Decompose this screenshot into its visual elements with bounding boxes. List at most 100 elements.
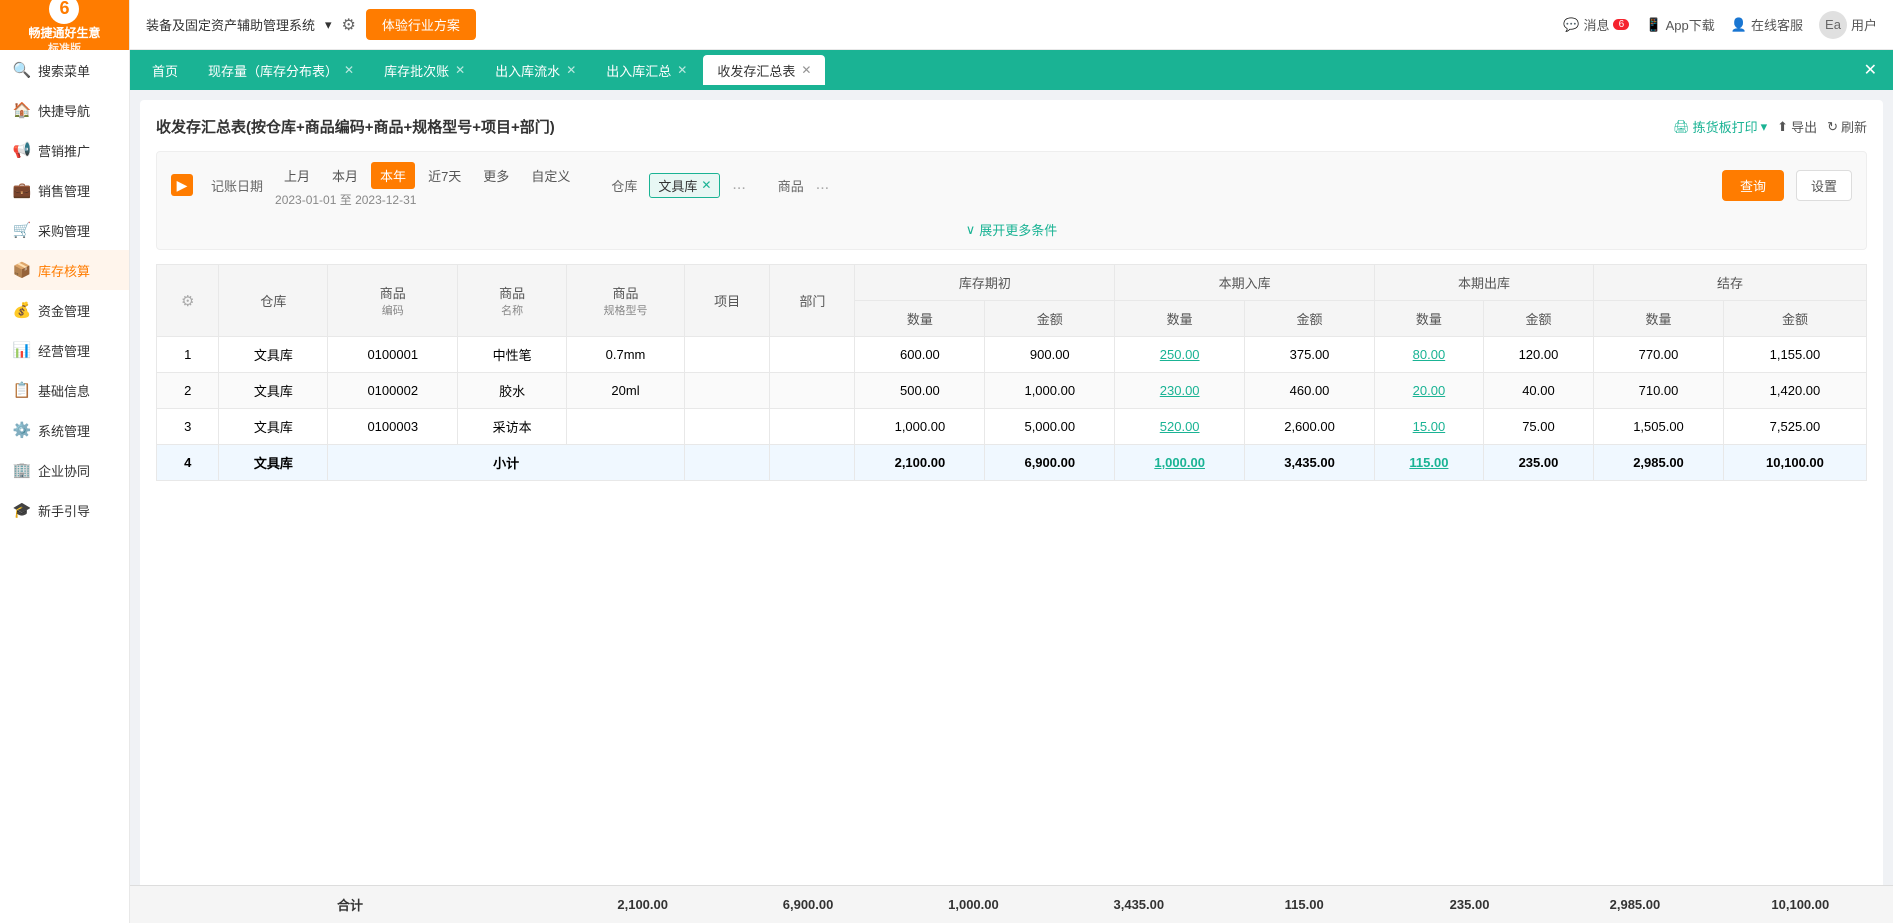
th-opening-qty: 数量 xyxy=(855,301,985,337)
row-id: 3 xyxy=(157,409,219,445)
online-service-btn[interactable]: 👤 在线客服 xyxy=(1731,15,1803,34)
tab-close-batch-icon[interactable]: ✕ xyxy=(455,63,465,77)
footer-bar: 合计 2,100.00 6,900.00 1,000.00 3,435.00 1… xyxy=(130,885,1893,923)
sidebar-item-finance[interactable]: 💰 资金管理 xyxy=(0,290,129,330)
row-out-qty[interactable]: 20.00 xyxy=(1374,373,1483,409)
th-in-amt: 金额 xyxy=(1245,301,1375,337)
row-opening-qty: 600.00 xyxy=(855,337,985,373)
tab-home[interactable]: 首页 xyxy=(138,55,192,85)
user-label: 用户 xyxy=(1851,15,1877,34)
system-title: 装备及固定资产辅助管理系统 xyxy=(146,15,315,34)
expand-label: 展开更多条件 xyxy=(979,220,1057,239)
row-out-qty[interactable]: 15.00 xyxy=(1374,409,1483,445)
row-in-amt: 460.00 xyxy=(1245,373,1375,409)
tab-close-inventory-dist-icon[interactable]: ✕ xyxy=(344,63,354,77)
sidebar-item-label-enterprise: 企业协同 xyxy=(38,461,90,480)
subtotal-dept xyxy=(770,445,855,481)
sidebar-item-system[interactable]: ⚙️ 系统管理 xyxy=(0,410,129,450)
subtotal-in-qty[interactable]: 1,000.00 xyxy=(1115,445,1245,481)
warehouse-dots[interactable]: ... xyxy=(732,176,745,194)
subtotal-balance-qty: 2,985.00 xyxy=(1594,445,1724,481)
sidebar-item-inventory[interactable]: 📦 库存核算 xyxy=(0,250,129,290)
th-in-qty: 数量 xyxy=(1115,301,1245,337)
row-in-qty[interactable]: 230.00 xyxy=(1115,373,1245,409)
sidebar-item-search[interactable]: 🔍 搜索菜单 xyxy=(0,50,129,90)
sidebar-item-beginner[interactable]: 🎓 新手引导 xyxy=(0,490,129,530)
date-custom-btn[interactable]: 自定义 xyxy=(522,162,579,189)
table-row: 3 文具库 0100003 采访本 1,000.00 5,000.00 520.… xyxy=(157,409,1867,445)
tab-close-recv-send-icon[interactable]: ✕ xyxy=(801,63,811,77)
messages-btn[interactable]: 💬 消息 6 xyxy=(1563,15,1629,34)
row-goods-spec: 20ml xyxy=(567,373,685,409)
footer-balance-qty: 2,985.00 xyxy=(1552,897,1717,912)
date-7days-btn[interactable]: 近7天 xyxy=(419,162,470,189)
sidebar-item-quick-nav[interactable]: 🏠 快捷导航 xyxy=(0,90,129,130)
row-in-qty[interactable]: 520.00 xyxy=(1115,409,1245,445)
expand-conditions-btn[interactable]: ∨ 展开更多条件 xyxy=(966,220,1058,239)
app-download-btn[interactable]: 📱 App下载 xyxy=(1645,15,1714,34)
sidebar-item-basic-info[interactable]: 📋 基础信息 xyxy=(0,370,129,410)
app-download-label: App下载 xyxy=(1666,15,1715,34)
export-btn[interactable]: ⬆ 导出 xyxy=(1777,117,1817,136)
row-goods-name: 胶水 xyxy=(458,373,567,409)
row-goods-spec: 0.7mm xyxy=(567,337,685,373)
sidebar-item-enterprise[interactable]: 🏢 企业协同 xyxy=(0,450,129,490)
th-opening: 库存期初 xyxy=(855,265,1115,301)
sidebar-item-operations[interactable]: 📊 经营管理 xyxy=(0,330,129,370)
warehouse-tag-value: 文具库 xyxy=(658,176,697,195)
row-out-qty[interactable]: 80.00 xyxy=(1374,337,1483,373)
th-warehouse: 仓库 xyxy=(219,265,328,337)
tab-inout-flow[interactable]: 出入库流水✕ xyxy=(481,55,590,85)
tab-close-inout-summary-icon[interactable]: ✕ xyxy=(677,63,687,77)
warehouse-tag-remove-icon[interactable]: ✕ xyxy=(701,178,711,192)
row-goods-code: 0100001 xyxy=(328,337,458,373)
avatar: Ea xyxy=(1819,11,1847,39)
dropdown-arrow-icon: ▾ xyxy=(325,17,332,33)
row-balance-amt: 1,155.00 xyxy=(1723,337,1866,373)
date-prev-month-btn[interactable]: 上月 xyxy=(275,162,319,189)
tab-batch[interactable]: 库存批次账✕ xyxy=(370,55,479,85)
settings-gear-icon[interactable]: ⚙ xyxy=(342,15,356,35)
subtotal-out-qty[interactable]: 115.00 xyxy=(1374,445,1483,481)
refresh-btn[interactable]: ↻ 刷新 xyxy=(1827,117,1867,136)
th-out-amt: 金额 xyxy=(1483,301,1593,337)
print-dropdown-icon: ▾ xyxy=(1761,119,1768,135)
print-label: 拣货板打印 xyxy=(1693,117,1758,136)
footer-total-label: 合计 xyxy=(337,898,363,913)
th-period-in: 本期入库 xyxy=(1115,265,1375,301)
query-btn[interactable]: 查询 xyxy=(1722,170,1784,201)
goods-dots[interactable]: ... xyxy=(816,176,829,194)
system-dropdown[interactable]: ▾ xyxy=(325,17,332,33)
subtotal-label: 小计 xyxy=(328,445,685,481)
sidebar-item-marketing[interactable]: 📢 营销推广 xyxy=(0,130,129,170)
tab-inventory-dist[interactable]: 现存量（库存分布表）✕ xyxy=(194,55,368,85)
th-balance: 结存 xyxy=(1594,265,1867,301)
warehouse-filter-label: 仓库 xyxy=(611,176,637,195)
user-btn[interactable]: Ea 用户 xyxy=(1819,11,1877,39)
row-balance-qty: 1,505.00 xyxy=(1594,409,1724,445)
sidebar-item-sales[interactable]: 💼 销售管理 xyxy=(0,170,129,210)
setting-btn[interactable]: 设置 xyxy=(1796,170,1852,201)
row-opening-amt: 900.00 xyxy=(985,337,1115,373)
date-curr-month-btn[interactable]: 本月 xyxy=(323,162,367,189)
row-project xyxy=(684,409,769,445)
tab-close-inout-flow-icon[interactable]: ✕ xyxy=(566,63,576,77)
refresh-label: 刷新 xyxy=(1841,117,1867,136)
date-curr-year-btn[interactable]: 本年 xyxy=(371,162,415,189)
sidebar-item-purchase[interactable]: 🛒 采购管理 xyxy=(0,210,129,250)
sidebar-item-label-basic-info: 基础信息 xyxy=(38,381,90,400)
subtotal-warehouse: 文具库 xyxy=(219,445,328,481)
date-more-btn[interactable]: 更多 xyxy=(474,162,518,189)
th-goods-spec: 商品规格型号 xyxy=(567,265,685,337)
tab-inout-summary[interactable]: 出入库汇总✕ xyxy=(592,55,701,85)
experience-btn[interactable]: 体验行业方案 xyxy=(366,9,476,40)
row-in-qty[interactable]: 250.00 xyxy=(1115,337,1245,373)
tab-close-main-icon[interactable]: ✕ xyxy=(1864,60,1877,80)
table-settings-icon[interactable]: ⚙ xyxy=(181,293,194,310)
filter-bar: ▶ 记账日期 上月 本月 本年 近7天 更多 自定义 2023-01-01 至 … xyxy=(156,151,1867,250)
print-btn[interactable]: 🖨 拣货板打印 ▾ xyxy=(1673,117,1767,136)
tab-recv-send[interactable]: 收发存汇总表✕ xyxy=(703,55,825,85)
filter-collapse-btn[interactable]: ▶ xyxy=(171,174,193,196)
warehouse-tag[interactable]: 文具库 ✕ xyxy=(649,173,720,198)
table-row: 1 文具库 0100001 中性笔 0.7mm 600.00 900.00 25… xyxy=(157,337,1867,373)
